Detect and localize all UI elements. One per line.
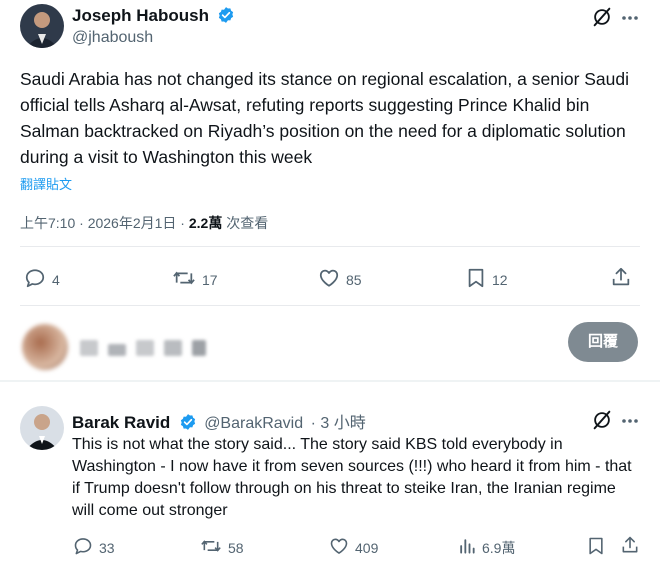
repost-icon	[200, 536, 222, 559]
repost-action[interactable]: 17	[172, 267, 218, 292]
views-bar-chart-icon	[458, 536, 476, 559]
verified-badge-icon	[179, 413, 197, 436]
section-separator	[0, 380, 660, 382]
tweet-text: Saudi Arabia has not changed its stance …	[20, 69, 630, 167]
like-count: 409	[355, 539, 379, 556]
reply-icon	[24, 267, 46, 292]
repost-action[interactable]: 58	[200, 536, 244, 559]
views-action[interactable]: 6.9萬	[458, 536, 515, 559]
reply-author-avatar[interactable]	[20, 406, 64, 450]
verified-badge-icon	[217, 6, 235, 29]
like-action[interactable]: 85	[318, 267, 362, 292]
bookmark-action[interactable]	[587, 536, 605, 559]
divider	[20, 305, 640, 306]
share-action[interactable]	[610, 266, 632, 291]
heart-icon	[329, 536, 349, 559]
current-user-avatar	[22, 324, 68, 370]
reply-button[interactable]: 回覆	[568, 322, 638, 362]
repost-count: 58	[228, 539, 244, 556]
like-count: 85	[346, 271, 362, 288]
views-count: 6.9萬	[482, 539, 516, 556]
bookmark-icon	[466, 267, 486, 292]
share-icon	[620, 535, 640, 558]
more-options-icon[interactable]	[620, 411, 640, 431]
heart-icon	[318, 267, 340, 292]
share-icon	[610, 266, 632, 291]
grok-icon[interactable]	[591, 409, 613, 431]
reply-action[interactable]: 33	[73, 536, 115, 559]
repost-count: 17	[202, 271, 218, 288]
author-handle[interactable]: @jhaboush	[72, 29, 153, 47]
reply-input-placeholder-blurred[interactable]	[80, 338, 210, 358]
author-name[interactable]: Joseph Haboush	[72, 6, 209, 25]
share-action[interactable]	[620, 535, 640, 558]
tweet-meta: 上午7:10 · 2026年2月1日 · 2.2萬 次查看	[20, 213, 268, 233]
more-options-icon[interactable]	[620, 8, 640, 28]
reply-author-name[interactable]: Barak Ravid	[72, 413, 170, 432]
bookmark-icon	[587, 536, 605, 559]
author-avatar[interactable]	[20, 4, 64, 48]
bookmark-count: 12	[492, 271, 508, 288]
reply-author-handle[interactable]: @BarakRavid	[204, 415, 303, 432]
reply-count: 33	[99, 539, 115, 556]
views-count: 2.2萬	[188, 215, 223, 231]
reply-action[interactable]: 4	[24, 267, 60, 292]
like-action[interactable]: 409	[329, 536, 378, 559]
reply-time[interactable]: · 3 小時	[311, 415, 366, 432]
translate-post-link[interactable]: 翻譯貼文	[20, 174, 72, 193]
timestamp[interactable]: 上午7:10 · 2026年2月1日 ·	[20, 215, 189, 231]
views-label: 次查看	[222, 215, 269, 231]
reply-text: This is not what the story said... The s…	[72, 436, 632, 519]
divider	[20, 246, 640, 247]
reply-count: 4	[52, 271, 60, 288]
grok-icon[interactable]	[591, 6, 613, 28]
bookmark-action[interactable]: 12	[466, 267, 508, 292]
repost-icon	[172, 267, 196, 292]
reply-icon	[73, 536, 93, 559]
